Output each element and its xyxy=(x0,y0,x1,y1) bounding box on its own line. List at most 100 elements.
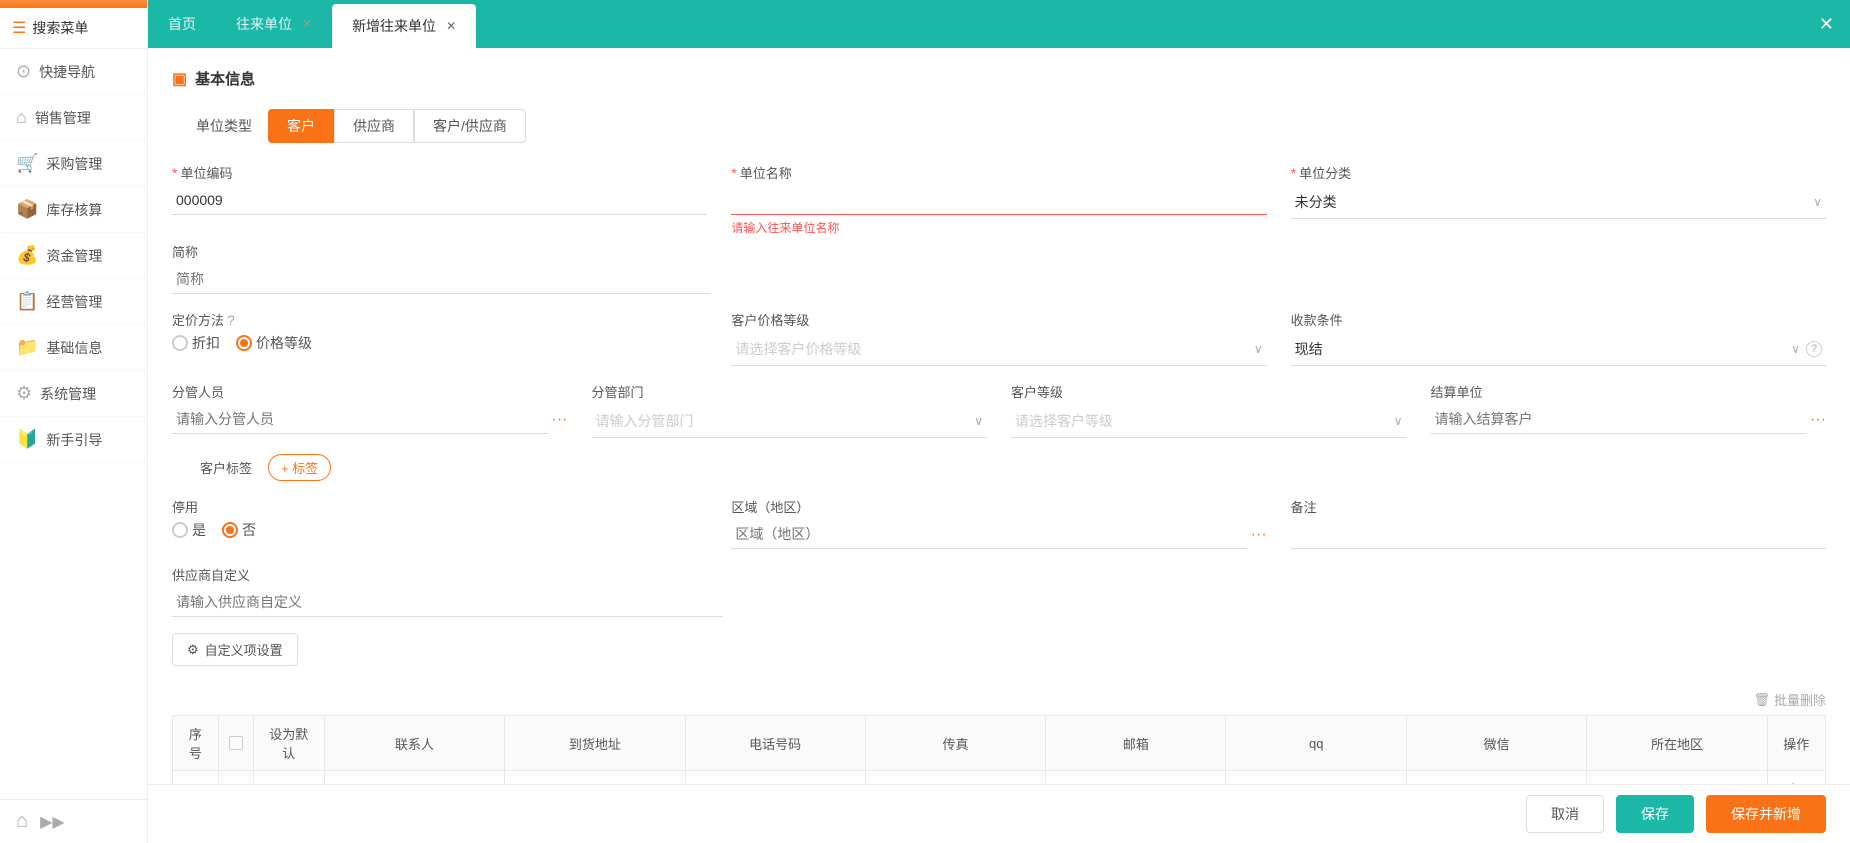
sidebar-item-system[interactable]: ⚙ 系统管理 xyxy=(0,371,147,417)
col-email: 邮箱 xyxy=(1046,716,1226,771)
note-input[interactable] xyxy=(1291,520,1826,549)
sidebar-item-operation[interactable]: 📋 经营管理 xyxy=(0,279,147,325)
settlement-input[interactable] xyxy=(1431,405,1807,434)
custom-settings-button[interactable]: ⚙ 自定义项设置 xyxy=(172,633,298,666)
col-region: 所在地区 xyxy=(1587,716,1767,771)
batch-delete-label: 批量删除 xyxy=(1774,690,1826,709)
section-icon: ▣ xyxy=(172,69,187,89)
cell-contact[interactable] xyxy=(324,771,504,785)
tab-home[interactable]: 首页 xyxy=(148,0,216,48)
sidebar-item-label: 销售管理 xyxy=(35,108,91,128)
manager-more-btn[interactable]: ··· xyxy=(552,411,568,429)
batch-delete-button[interactable]: 🗑 批量删除 xyxy=(1753,690,1826,709)
btn-both[interactable]: 客户/供应商 xyxy=(414,109,526,143)
sidebar-item-label: 库存核算 xyxy=(46,200,102,220)
settlement-label: 结算单位 xyxy=(1431,382,1827,401)
sidebar-search[interactable]: ☰ 搜索菜单 xyxy=(0,8,147,49)
unit-category-chevron: ∨ xyxy=(1813,195,1822,209)
sidebar-item-quick-nav[interactable]: ⊙ 快捷导航 xyxy=(0,49,147,95)
col-address: 到货地址 xyxy=(505,716,685,771)
field-customer-level: 客户等级 请选择客户等级 ∨ xyxy=(1011,382,1407,438)
customer-price-level-chevron: ∨ xyxy=(1254,342,1263,356)
save-and-add-button[interactable]: 保存并新增 xyxy=(1706,795,1826,833)
unit-code-input[interactable] xyxy=(172,186,707,215)
cell-qq[interactable] xyxy=(1226,771,1406,785)
sidebar-item-sales[interactable]: ⌂ 销售管理 xyxy=(0,95,147,141)
region-more-btn[interactable]: ··· xyxy=(1251,526,1267,544)
btn-supplier[interactable]: 供应商 xyxy=(334,109,414,143)
sidebar-item-basic[interactable]: 📁 基础信息 xyxy=(0,325,147,371)
cell-address[interactable] xyxy=(505,771,685,785)
field-disable: 停用 是 否 xyxy=(172,497,707,540)
btn-customer[interactable]: 客户 xyxy=(268,109,334,143)
payment-terms-select[interactable]: 现结 ∨ ? xyxy=(1291,333,1826,366)
unit-name-input[interactable] xyxy=(731,186,1266,215)
customer-price-level-select[interactable]: 请选择客户价格等级 ∨ xyxy=(731,333,1266,366)
header-checkbox[interactable] xyxy=(229,736,243,750)
region-input[interactable] xyxy=(731,520,1246,549)
search-icon: ☰ xyxy=(12,18,26,38)
pricing-help-icon[interactable]: ? xyxy=(227,312,235,328)
sidebar-item-inventory[interactable]: 📦 库存核算 xyxy=(0,187,147,233)
finance-icon: 💰 xyxy=(16,245,38,266)
tab-home-label: 首页 xyxy=(168,14,196,34)
unit-category-label: * 单位分类 xyxy=(1291,163,1826,182)
home-icon[interactable]: ⌂ xyxy=(16,810,28,833)
sidebar-item-guide[interactable]: 🔰 新手引导 xyxy=(0,417,147,463)
unit-type-row: 单位类型 客户 供应商 客户/供应商 xyxy=(172,109,1826,143)
dept-chevron: ∨ xyxy=(974,414,983,428)
cell-row-region[interactable] xyxy=(1587,771,1767,785)
cancel-button[interactable]: 取消 xyxy=(1526,795,1604,833)
dept-label: 分管部门 xyxy=(592,382,988,401)
tab-new-unit[interactable]: 新增往来单位 ✕ xyxy=(332,4,476,48)
unit-name-label: * 单位名称 xyxy=(731,163,1266,182)
section-basic-info: ▣ 基本信息 xyxy=(172,68,1826,89)
radio-disable-no-circle xyxy=(222,522,238,538)
tag-add-button[interactable]: + 标签 xyxy=(268,454,331,481)
sidebar-item-purchase[interactable]: 🛒 采购管理 xyxy=(0,141,147,187)
settlement-more-btn[interactable]: ··· xyxy=(1810,411,1826,429)
customer-level-chevron: ∨ xyxy=(1394,414,1403,428)
supplier-custom-input[interactable] xyxy=(172,588,723,617)
radio-discount-circle xyxy=(172,335,188,351)
basic-icon: 📁 xyxy=(16,337,38,358)
tab-new-unit-close[interactable]: ✕ xyxy=(446,19,456,33)
sidebar-item-finance[interactable]: 💰 资金管理 xyxy=(0,233,147,279)
table-header-row: 序号 设为默认 联系人 到货地址 电话号码 传真 邮箱 qq 微信 所在地区 操… xyxy=(173,716,1826,771)
unit-type-group: 客户 供应商 客户/供应商 xyxy=(268,109,526,143)
sidebar-menu: ⊙ 快捷导航 ⌂ 销售管理 🛒 采购管理 📦 库存核算 💰 资金管理 📋 经营管… xyxy=(0,49,147,799)
expand-icon[interactable]: ▶▶ xyxy=(40,812,65,832)
unit-category-select[interactable]: 未分类 ∨ xyxy=(1291,186,1826,219)
col-default: 设为默认 xyxy=(253,716,324,771)
customer-level-select[interactable]: 请选择客户等级 ∨ xyxy=(1011,405,1407,438)
tab-bar: 首页 往来单位 ✕ 新增往来单位 ✕ ✕ xyxy=(148,0,1850,48)
payment-terms-help-icon[interactable]: ? xyxy=(1806,341,1822,357)
cell-wechat[interactable] xyxy=(1406,771,1586,785)
cell-phone[interactable] xyxy=(685,771,865,785)
short-name-input[interactable] xyxy=(172,265,711,294)
radio-price-level[interactable]: 价格等级 xyxy=(236,333,312,353)
form-row-tags: 客户标签 + 标签 xyxy=(172,454,1826,481)
cell-email[interactable] xyxy=(1046,771,1226,785)
form-content: ▣ 基本信息 单位类型 客户 供应商 客户/供应商 * 单位编码 xyxy=(148,48,1850,784)
tab-units-close[interactable]: ✕ xyxy=(302,17,312,31)
col-seq: 序号 xyxy=(173,716,219,771)
custom-settings-label: 自定义项设置 xyxy=(205,640,283,659)
tab-bar-close-button[interactable]: ✕ xyxy=(1803,14,1850,35)
quick-nav-icon: ⊙ xyxy=(16,61,31,82)
dept-select[interactable]: 请输入分管部门 ∨ xyxy=(592,405,988,438)
sidebar-search-label: 搜索菜单 xyxy=(32,18,88,38)
radio-disable-yes[interactable]: 是 xyxy=(172,520,206,540)
radio-discount[interactable]: 折扣 xyxy=(172,333,220,353)
manager-input[interactable] xyxy=(172,405,548,434)
col-wechat: 微信 xyxy=(1406,716,1586,771)
region-label: 区域（地区） xyxy=(731,497,1266,516)
radio-disable-no[interactable]: 否 xyxy=(222,520,256,540)
form-row-shortname: 简称 xyxy=(172,242,1826,294)
tab-units[interactable]: 往来单位 ✕ xyxy=(216,0,332,48)
unit-type-label: 单位类型 xyxy=(172,116,252,136)
cell-fax[interactable] xyxy=(865,771,1045,785)
radio-disable-yes-circle xyxy=(172,522,188,538)
cell-seq: 1 xyxy=(173,771,219,785)
save-button[interactable]: 保存 xyxy=(1616,795,1694,833)
